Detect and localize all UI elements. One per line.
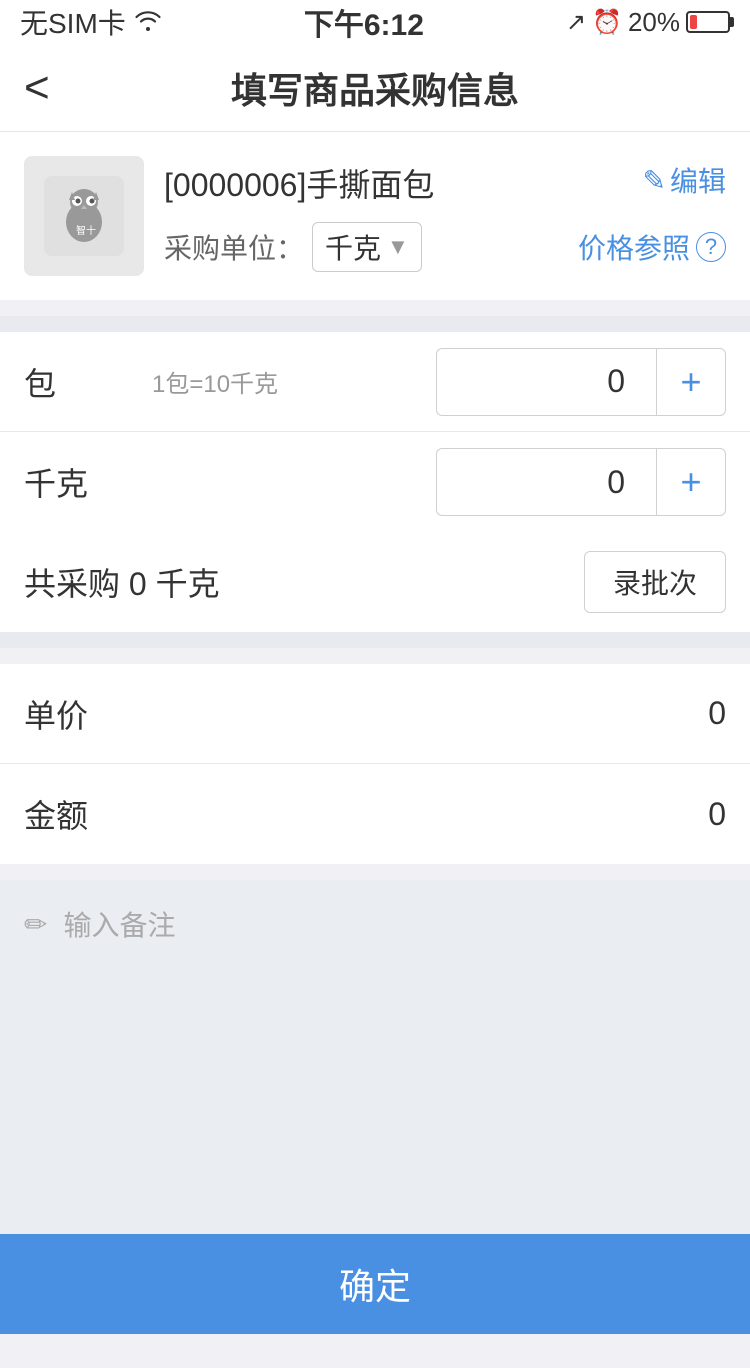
product-header: [0000006]手撕面包 ✎ 编辑 — [164, 160, 726, 206]
record-batch-label: 录批次 — [613, 568, 697, 599]
battery-percent: 20% — [628, 7, 680, 38]
status-time: 下午6:12 — [304, 0, 424, 44]
product-unit-row: 采购单位： 千克 ▼ 价格参照 ? — [164, 222, 726, 272]
product-card: 智十 [0000006]手撕面包 ✎ 编辑 采购单位： 千克 ▼ — [0, 132, 750, 300]
status-bar: 无SIM卡 下午6:12 ↗ ⏰ 20% — [0, 0, 750, 44]
product-name: [0000006]手撕面包 — [164, 160, 643, 206]
kg-input-wrap: + — [436, 448, 726, 516]
unit-select[interactable]: 千克 ▼ — [312, 222, 422, 272]
page-title: 填写商品采购信息 — [231, 62, 519, 114]
edit-button[interactable]: ✎ 编辑 — [643, 160, 726, 200]
alarm-icon: ⏰ — [592, 8, 622, 37]
package-input[interactable] — [436, 348, 656, 416]
confirm-bar[interactable]: 确定 — [0, 1234, 750, 1334]
amount-row: 金额 0 — [0, 764, 750, 864]
package-input-wrap: + — [436, 348, 726, 416]
record-batch-button[interactable]: 录批次 — [584, 551, 726, 613]
unit-price-value: 0 — [708, 695, 726, 732]
unit-price-label: 单价 — [24, 691, 88, 737]
plus-icon: + — [680, 361, 701, 403]
location-icon: ↗ — [566, 8, 586, 37]
price-section: 单价 0 金额 0 — [0, 664, 750, 864]
battery-icon — [686, 11, 730, 33]
main-content: 智十 [0000006]手撕面包 ✎ 编辑 采购单位： 千克 ▼ — [0, 132, 750, 1368]
package-row: 包 1包=10千克 + — [0, 332, 750, 432]
carrier-text: 无SIM卡 — [20, 2, 126, 42]
section-divider-2 — [0, 632, 750, 648]
unit-value: 千克 — [325, 227, 381, 267]
package-plus-button[interactable]: + — [656, 348, 726, 416]
dropdown-icon: ▼ — [387, 234, 409, 260]
price-reference-button[interactable]: 价格参照 ? — [578, 227, 726, 267]
empty-area — [0, 968, 750, 1268]
package-label: 包 — [24, 359, 144, 405]
amount-value: 0 — [708, 796, 726, 833]
help-icon: ? — [696, 232, 726, 262]
notes-section[interactable]: ✏ 输入备注 — [0, 880, 750, 968]
total-row: 共采购 0 千克 录批次 — [0, 532, 750, 632]
notes-placeholder: 输入备注 — [63, 904, 175, 944]
nav-bar: < 填写商品采购信息 — [0, 44, 750, 132]
unit-label: 采购单位： — [164, 227, 304, 267]
product-image: 智十 — [24, 156, 144, 276]
amount-label: 金额 — [24, 791, 88, 837]
quantity-section: 包 1包=10千克 + 千克 + — [0, 332, 750, 532]
pencil-icon: ✏ — [24, 908, 47, 941]
unit-price-row: 单价 0 — [0, 664, 750, 764]
kg-label: 千克 — [24, 459, 144, 505]
wifi-icon — [134, 6, 162, 38]
back-button[interactable]: < — [24, 63, 50, 113]
edit-icon: ✎ — [643, 164, 666, 197]
package-sublabel: 1包=10千克 — [152, 364, 278, 399]
plus-icon-kg: + — [680, 461, 701, 503]
product-info: [0000006]手撕面包 ✎ 编辑 采购单位： 千克 ▼ 价格参照 ? — [164, 160, 726, 272]
confirm-button-label: 确定 — [339, 1258, 411, 1310]
price-ref-label: 价格参照 — [578, 227, 690, 267]
kg-plus-button[interactable]: + — [656, 448, 726, 516]
status-right: ↗ ⏰ 20% — [566, 7, 730, 38]
product-thumbnail: 智十 — [44, 176, 124, 256]
kg-row: 千克 + — [0, 432, 750, 532]
edit-label: 编辑 — [670, 160, 726, 200]
back-arrow-icon: < — [24, 63, 50, 113]
status-left: 无SIM卡 — [20, 2, 162, 42]
kg-input[interactable] — [436, 448, 656, 516]
svg-text:智十: 智十 — [76, 224, 96, 237]
unit-selector-wrap: 采购单位： 千克 ▼ — [164, 222, 422, 272]
section-divider-1 — [0, 316, 750, 332]
total-label: 共采购 0 千克 — [24, 559, 220, 605]
